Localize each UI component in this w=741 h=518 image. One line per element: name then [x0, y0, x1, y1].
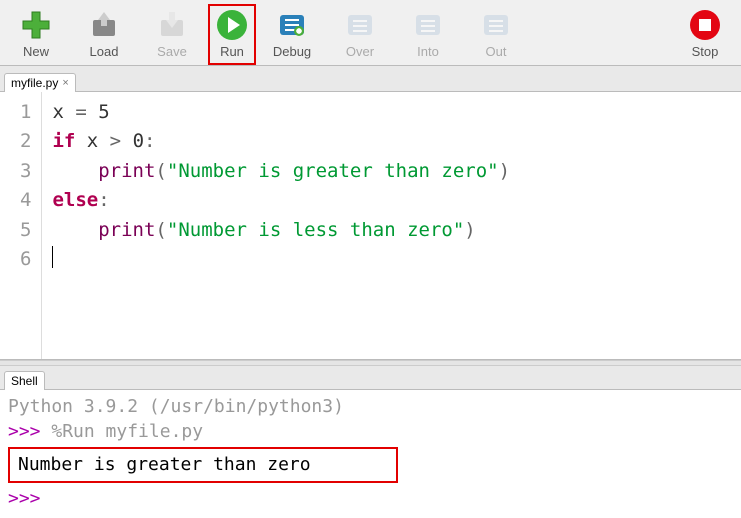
code-editor[interactable]: 123456 x = 5if x > 0: print("Number is g… [0, 92, 741, 360]
workspace: myfile.py × 123456 x = 5if x > 0: print(… [0, 66, 741, 518]
into-label: Into [417, 44, 439, 59]
save-label: Save [157, 44, 187, 59]
step-into-icon [413, 8, 443, 42]
toolbar: New Load Save Run Debug Over Into [0, 0, 741, 66]
step-over-icon [345, 8, 375, 42]
line-gutter: 123456 [0, 92, 42, 359]
stop-label: Stop [692, 44, 719, 59]
python-banner: Python 3.9.2 (/usr/bin/python3) [8, 394, 733, 419]
shell-output[interactable]: Python 3.9.2 (/usr/bin/python3) >>> %Run… [0, 390, 741, 518]
editor-tabbar: myfile.py × [0, 66, 741, 92]
save-button: Save [148, 8, 196, 59]
out-label: Out [486, 44, 507, 59]
file-tab[interactable]: myfile.py × [4, 73, 76, 92]
save-icon [157, 8, 187, 42]
load-label: Load [90, 44, 119, 59]
shell-tab-label: Shell [11, 374, 38, 388]
debug-label: Debug [273, 44, 311, 59]
shell-output-text: Number is greater than zero [8, 447, 398, 482]
shell-prompt: >>> [8, 488, 41, 509]
over-label: Over [346, 44, 374, 59]
new-label: New [23, 44, 49, 59]
shell-run-line: >>> %Run myfile.py [8, 419, 733, 444]
step-out-button: Out [472, 8, 520, 59]
step-into-button: Into [404, 8, 452, 59]
plus-icon [21, 8, 51, 42]
step-out-icon [481, 8, 511, 42]
debug-icon [277, 8, 307, 42]
shell-tab[interactable]: Shell [4, 371, 45, 390]
shell-tabbar: Shell [0, 366, 741, 390]
debug-button[interactable]: Debug [268, 8, 316, 59]
run-label: Run [220, 44, 244, 59]
new-button[interactable]: New [12, 8, 60, 59]
play-icon [216, 8, 248, 42]
file-tab-label: myfile.py [11, 76, 58, 90]
shell-run-command: %Run myfile.py [51, 421, 203, 442]
stop-icon [689, 8, 721, 42]
step-over-button: Over [336, 8, 384, 59]
stop-button[interactable]: Stop [681, 8, 729, 59]
shell-prompt: >>> [8, 421, 41, 442]
load-button[interactable]: Load [80, 8, 128, 59]
run-button[interactable]: Run [208, 4, 256, 65]
code-area[interactable]: x = 5if x > 0: print("Number is greater … [42, 92, 520, 359]
load-icon [89, 8, 119, 42]
close-icon[interactable]: × [62, 77, 68, 89]
